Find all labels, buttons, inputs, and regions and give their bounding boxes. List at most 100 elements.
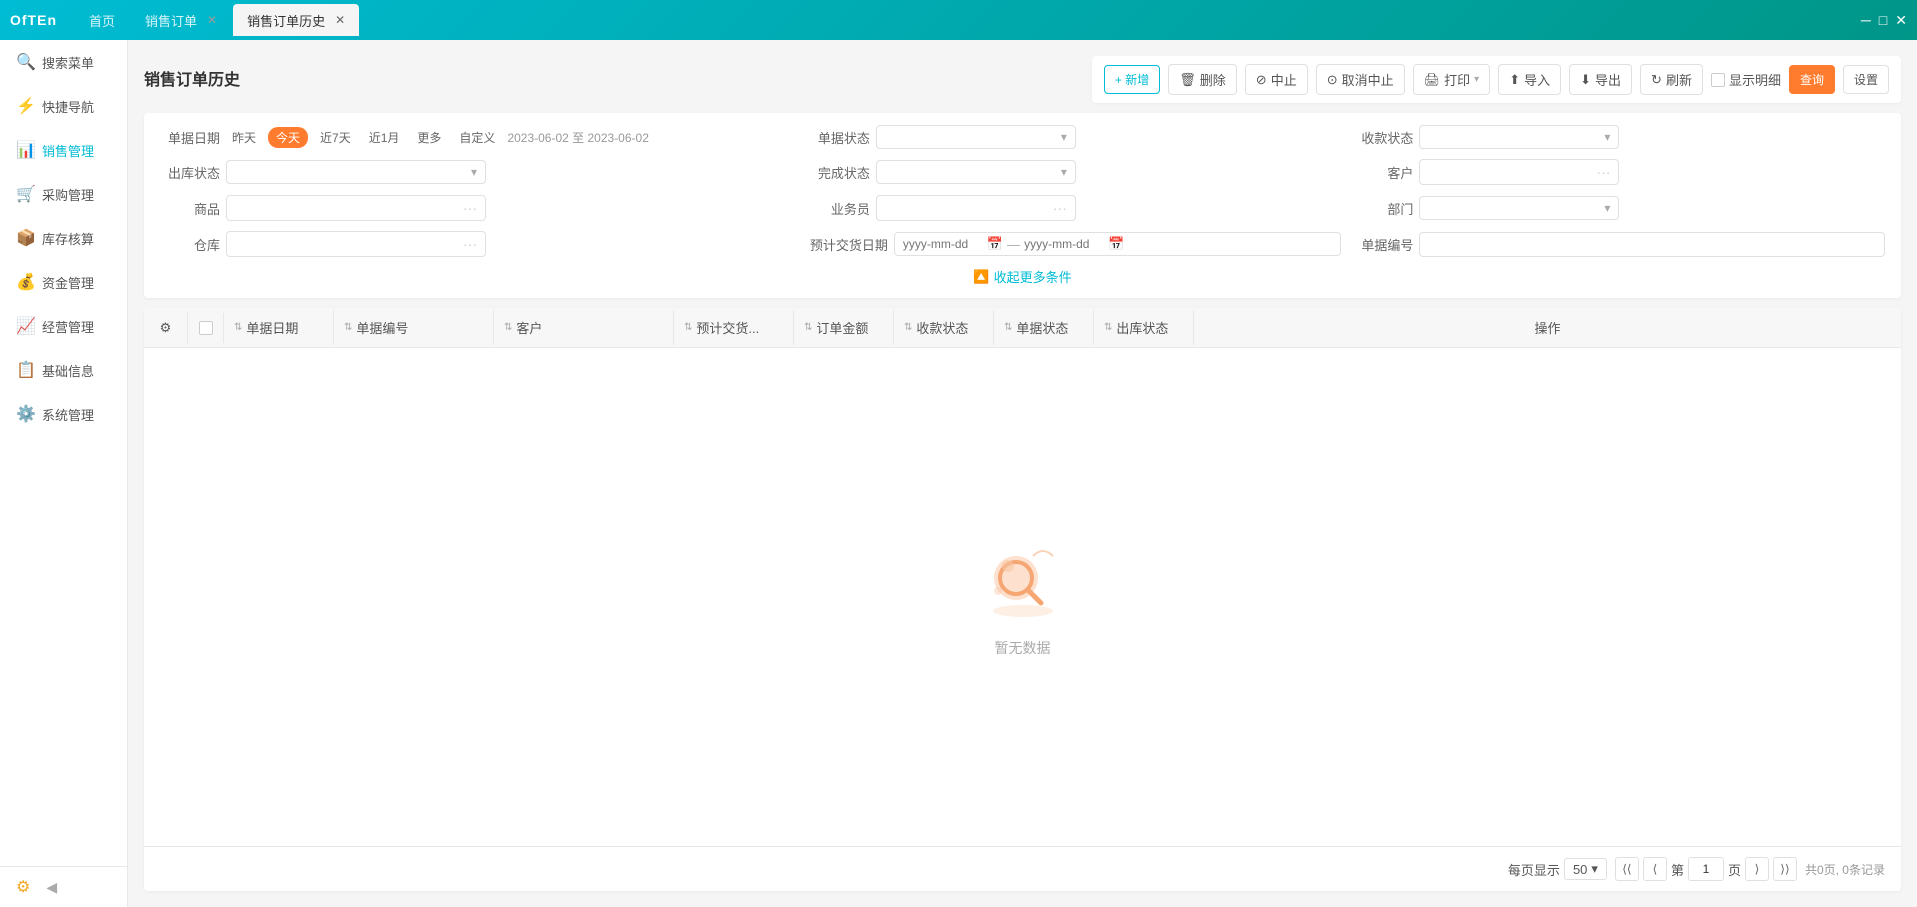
col-out-status[interactable]: ⇅ 出库状态 xyxy=(1094,310,1194,345)
col-date[interactable]: ⇅ 单据日期 xyxy=(224,310,334,345)
tab-sales-history-close[interactable]: ✕ xyxy=(335,13,345,27)
salesperson-dots[interactable]: ··· xyxy=(1053,200,1067,216)
sidebar-collapse-icon[interactable]: ◀ xyxy=(46,879,57,896)
col-amount[interactable]: ⇅ 订单金额 xyxy=(794,310,894,345)
doc-date-label: 单据日期 xyxy=(160,128,220,147)
custom-btn[interactable]: 自定义 xyxy=(453,127,501,148)
delivery-date-end-cal-icon[interactable]: 📅 xyxy=(1108,236,1124,252)
col-delivery-label: 预计交货... xyxy=(696,318,759,337)
tab-sales-order-close[interactable]: ✕ xyxy=(207,13,217,27)
empty-text: 暂无数据 xyxy=(995,638,1051,658)
sidebar-item-sales[interactable]: 📊 销售管理 xyxy=(0,128,127,172)
query-button[interactable]: 查询 xyxy=(1789,65,1835,94)
col-docnum[interactable]: ⇅ 单据编号 xyxy=(334,310,494,345)
col-customer[interactable]: ⇅ 客户 xyxy=(494,310,674,345)
seven-days-btn[interactable]: 近7天 xyxy=(314,127,357,148)
sidebar-item-purchase[interactable]: 🛒 采购管理 xyxy=(0,172,127,216)
customer-dots[interactable]: ··· xyxy=(1596,164,1610,180)
col-checkbox xyxy=(188,313,224,343)
import-button[interactable]: ⬆ 导入 xyxy=(1498,64,1561,95)
complete-status-label: 完成状态 xyxy=(810,163,870,182)
collapse-button[interactable]: 🔼 收起更多条件 xyxy=(160,267,1885,286)
doc-status-select[interactable]: ▾ xyxy=(876,125,1076,149)
col-settings[interactable]: ⚙ xyxy=(144,312,188,344)
col-action-label: 操作 xyxy=(1534,318,1560,337)
page-label: 第 xyxy=(1671,860,1684,879)
out-status-label: 出库状态 xyxy=(160,163,220,182)
add-button[interactable]: + 新增 xyxy=(1104,65,1160,94)
refresh-button[interactable]: ↻ 刷新 xyxy=(1640,64,1703,95)
doc-no-input[interactable] xyxy=(1419,232,1885,257)
tab-sales-order[interactable]: 销售订单 ✕ xyxy=(131,4,231,36)
sidebar-item-search[interactable]: 🔍 搜索菜单 xyxy=(0,40,127,84)
print-label: 打印 xyxy=(1444,70,1470,89)
delivery-date-start-input[interactable] xyxy=(903,237,983,251)
prev-page-button[interactable]: ⟨ xyxy=(1643,857,1667,881)
tab-home[interactable]: 首页 xyxy=(75,4,129,36)
sidebar-item-system[interactable]: ⚙️ 系统管理 xyxy=(0,392,127,436)
tab-sales-history[interactable]: 销售订单历史 ✕ xyxy=(233,4,359,36)
col-customer-label: 客户 xyxy=(516,318,542,337)
thirty-days-btn[interactable]: 近1月 xyxy=(363,127,406,148)
warehouse-dots[interactable]: ··· xyxy=(463,236,477,252)
next-page-button[interactable]: ⟩ xyxy=(1745,857,1769,881)
delivery-date-start-cal-icon[interactable]: 📅 xyxy=(987,236,1003,252)
delete-button[interactable]: 🗑 删除 xyxy=(1168,64,1237,95)
sort-delivery-icon: ⇅ xyxy=(684,322,692,333)
last-page-button[interactable]: ⟩⟩ xyxy=(1773,857,1797,881)
display-cols-checkbox[interactable] xyxy=(1711,73,1725,87)
goods-select[interactable]: ··· xyxy=(226,195,486,221)
sidebar-item-basic-info[interactable]: 📋 基础信息 xyxy=(0,348,127,392)
more-btn[interactable]: 更多 xyxy=(411,127,447,148)
export-button[interactable]: ⬇ 导出 xyxy=(1569,64,1632,95)
col-receipt-status[interactable]: ⇅ 收款状态 xyxy=(894,310,994,345)
close-button[interactable]: ✕ xyxy=(1895,12,1907,29)
receipt-status-dropdown-icon: ▾ xyxy=(1604,130,1610,144)
goods-dots[interactable]: ··· xyxy=(463,200,477,216)
table-header: ⚙ ⇅ 单据日期 ⇅ 单据编号 ⇅ 客户 ⇅ xyxy=(144,308,1901,348)
cancel-stop-button[interactable]: ⊙ 取消中止 xyxy=(1316,64,1405,95)
complete-status-dropdown-icon: ▾ xyxy=(1061,165,1067,179)
warehouse-select[interactable]: ··· xyxy=(226,231,486,257)
sidebar-item-quicknav-label: 快捷导航 xyxy=(42,97,94,116)
customer-label: 客户 xyxy=(1353,163,1413,182)
page-size-select: 每页显示 50 ▾ xyxy=(1508,858,1607,880)
settings-button[interactable]: 设置 xyxy=(1843,65,1889,94)
select-all-checkbox[interactable] xyxy=(199,321,213,335)
maximize-button[interactable]: □ xyxy=(1879,12,1887,28)
print-button[interactable]: 🖨 打印 ▾ xyxy=(1413,64,1491,95)
current-page-input[interactable]: 1 xyxy=(1688,857,1724,881)
three-days-btn[interactable]: 今天 xyxy=(268,127,308,148)
table-container: ⚙ ⇅ 单据日期 ⇅ 单据编号 ⇅ 客户 ⇅ xyxy=(144,308,1901,891)
salesperson-select[interactable]: ··· xyxy=(876,195,1076,221)
sidebar-settings-icon[interactable]: ⚙ xyxy=(16,877,30,897)
delivery-date-range: 📅 — 📅 xyxy=(894,232,1342,256)
stop-label: 中止 xyxy=(1271,70,1297,89)
col-doc-status[interactable]: ⇅ 单据状态 xyxy=(994,310,1094,345)
refresh-icon: ↻ xyxy=(1651,72,1662,88)
yesterday-btn[interactable]: 昨天 xyxy=(226,127,262,148)
goods-label: 商品 xyxy=(160,199,220,218)
date-range-text: 2023-06-02 至 2023-06-02 xyxy=(507,129,648,146)
sidebar-item-operations[interactable]: 📈 经营管理 xyxy=(0,304,127,348)
receipt-status-select[interactable]: ▾ xyxy=(1419,125,1619,149)
sidebar-item-finance[interactable]: 💰 资金管理 xyxy=(0,260,127,304)
per-page-selector[interactable]: 50 ▾ xyxy=(1564,858,1607,880)
complete-status-select[interactable]: ▾ xyxy=(876,160,1076,184)
department-select[interactable]: ▾ xyxy=(1419,196,1619,220)
col-action: 操作 xyxy=(1194,310,1901,345)
pagination-bar: 每页显示 50 ▾ ⟨⟨ ⟨ 第 1 页 ⟩ ⟩⟩ 共0页, 0条记录 xyxy=(144,846,1901,891)
minimize-button[interactable]: ─ xyxy=(1861,12,1871,28)
col-delivery[interactable]: ⇅ 预计交货... xyxy=(674,310,794,345)
delivery-date-end-input[interactable] xyxy=(1024,237,1104,251)
receipt-status-label: 收款状态 xyxy=(1353,128,1413,147)
stop-button[interactable]: ⊘ 中止 xyxy=(1245,64,1308,95)
sidebar-item-inventory[interactable]: 📦 库存核算 xyxy=(0,216,127,260)
sidebar-item-quicknav[interactable]: ⚡ 快捷导航 xyxy=(0,84,127,128)
window-controls: ─ □ ✕ xyxy=(1861,12,1907,29)
customer-select[interactable]: ··· xyxy=(1419,159,1619,185)
out-status-select[interactable]: ▾ xyxy=(226,160,486,184)
col-amount-label: 订单金额 xyxy=(816,318,868,337)
first-page-button[interactable]: ⟨⟨ xyxy=(1615,857,1639,881)
tab-home-label: 首页 xyxy=(89,11,115,30)
